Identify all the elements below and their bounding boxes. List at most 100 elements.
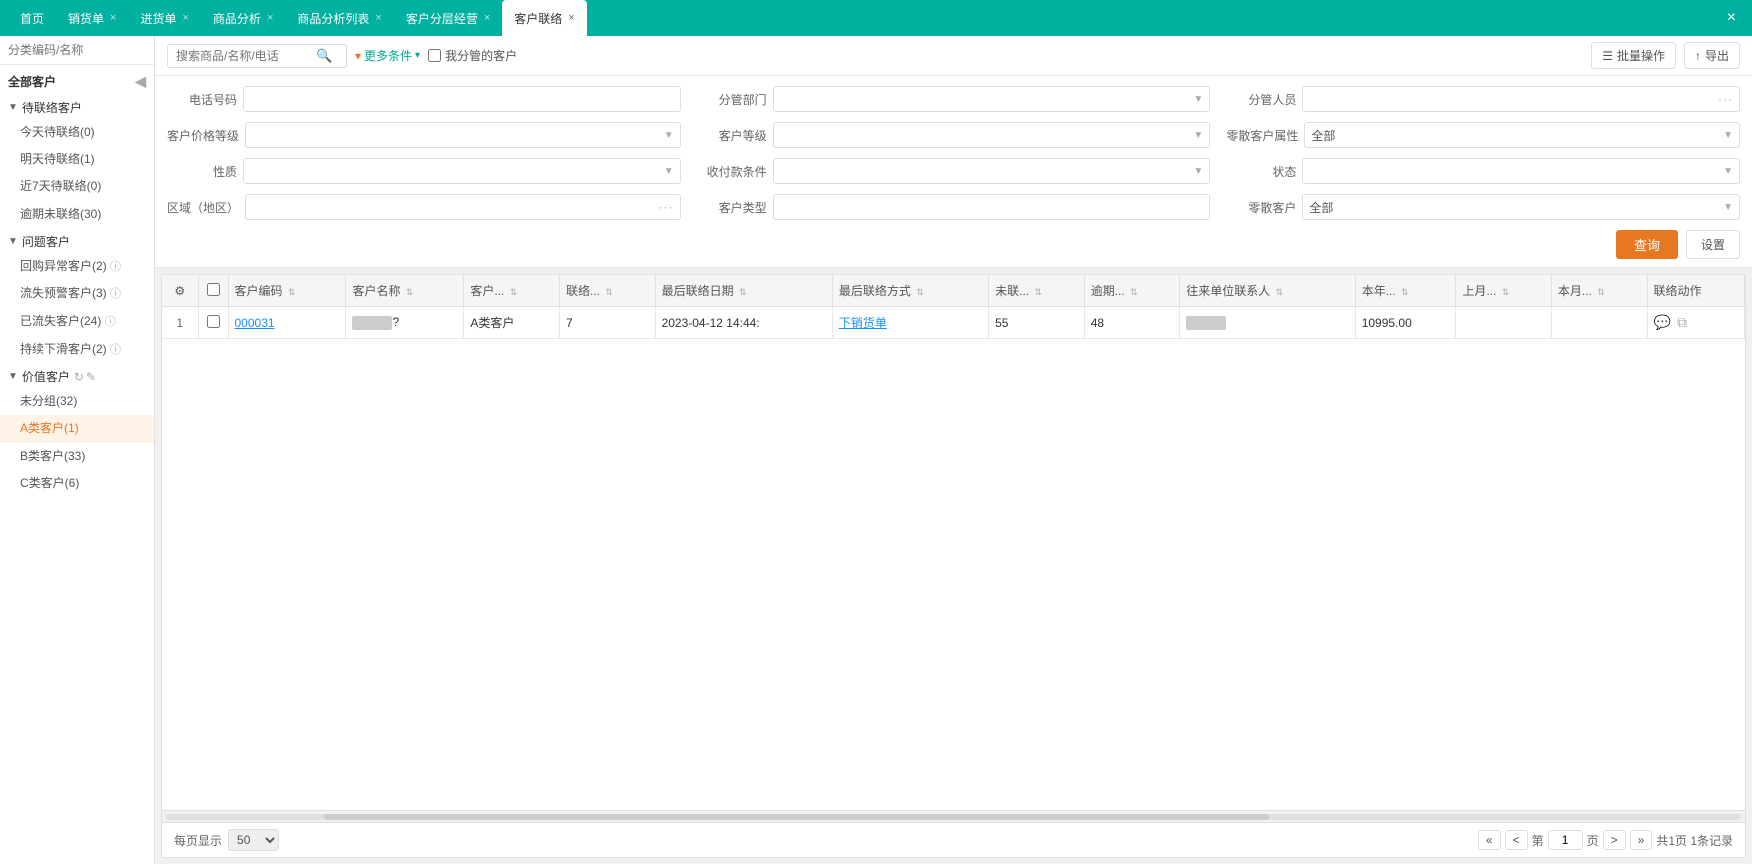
- dept-select[interactable]: ▼: [773, 86, 1211, 112]
- nav-goods-analysis-list[interactable]: 商品分析列表 ×: [285, 0, 393, 36]
- nav-purchase[interactable]: 进货单 ×: [128, 0, 200, 36]
- refresh-icon[interactable]: ↻: [74, 370, 84, 384]
- link-icon[interactable]: ⧉: [1677, 314, 1687, 331]
- sidebar-item-churn-warning[interactable]: 流失预警客户(3) ⓘ: [0, 280, 154, 308]
- customer-type-input[interactable]: [773, 194, 1211, 220]
- close-goods-analysis-list-tab[interactable]: ×: [375, 12, 381, 24]
- price-level-arrow: ▼: [664, 130, 674, 141]
- col-contact[interactable]: 联络... ⇅: [559, 275, 655, 307]
- region-select[interactable]: ···: [245, 194, 681, 220]
- retail-customer-select[interactable]: 全部 ▼: [1302, 194, 1740, 220]
- sidebar-item-overdue[interactable]: 逾期未联络(30): [0, 201, 154, 228]
- sidebar-item-a-class[interactable]: A类客户(1): [0, 415, 154, 442]
- status-select[interactable]: ▼: [1302, 158, 1740, 184]
- col-type[interactable]: 客户... ⇅: [464, 275, 560, 307]
- prev-page-btn[interactable]: <: [1505, 830, 1528, 850]
- sidebar-item-churned[interactable]: 已流失客户(24) ⓘ: [0, 308, 154, 336]
- sidebar-group-problem[interactable]: ▼ 问题客户: [0, 228, 154, 253]
- masked-name: [352, 316, 392, 330]
- col-company-contact[interactable]: 往来单位联系人 ⇅: [1180, 275, 1355, 307]
- close-purchase-tab[interactable]: ×: [182, 12, 188, 24]
- sidebar-item-today[interactable]: 今天待联络(0): [0, 119, 154, 146]
- col-last-date[interactable]: 最后联络日期 ⇅: [655, 275, 832, 307]
- sidebar-search-input[interactable]: [8, 43, 155, 57]
- masked-contact: [1186, 316, 1226, 330]
- last-page-btn[interactable]: »: [1630, 830, 1653, 850]
- main-search-icon[interactable]: 🔍: [316, 48, 332, 64]
- nav-home[interactable]: 首页: [8, 0, 56, 36]
- my-customers-checkbox[interactable]: 我分管的客户: [428, 47, 517, 64]
- payment-select[interactable]: ▼: [773, 158, 1211, 184]
- sort-no-contact-icon: ⇅: [1034, 287, 1042, 297]
- row-last-method[interactable]: 下销货单: [832, 307, 988, 339]
- close-goods-analysis-tab[interactable]: ×: [267, 12, 273, 24]
- col-overdue[interactable]: 逾期... ⇅: [1084, 275, 1180, 307]
- sidebar-item-c-class[interactable]: C类客户(6): [0, 470, 154, 497]
- first-page-btn[interactable]: «: [1478, 830, 1501, 850]
- nav-customer-segment[interactable]: 客户分层经营 ×: [394, 0, 502, 36]
- horizontal-scrollbar[interactable]: [162, 810, 1745, 822]
- col-action: 联络动作: [1647, 275, 1744, 307]
- sidebar-item-7days[interactable]: 近7天待联络(0): [0, 173, 154, 200]
- col-last-month[interactable]: 上月... ⇅: [1456, 275, 1552, 307]
- more-conditions-btn[interactable]: ▾ 更多条件 ▾: [355, 47, 420, 64]
- main-search-input[interactable]: [176, 49, 316, 63]
- settings-btn[interactable]: 设置: [1686, 230, 1740, 259]
- sidebar-item-b-class[interactable]: B类客户(33): [0, 443, 154, 470]
- retail-attr-select[interactable]: 全部 ▼: [1304, 122, 1740, 148]
- customer-level-select[interactable]: ▼: [773, 122, 1211, 148]
- row-checkbox[interactable]: [207, 315, 220, 328]
- col-no-contact[interactable]: 未联... ⇅: [989, 275, 1085, 307]
- query-btn[interactable]: 查询: [1616, 230, 1678, 259]
- sidebar-group-value[interactable]: ▼ 价值客户 ↻ ✎: [0, 363, 154, 388]
- select-all-checkbox[interactable]: [207, 283, 220, 296]
- sort-last-date-icon: ⇅: [739, 287, 747, 297]
- close-customer-contact-tab[interactable]: ×: [568, 12, 574, 24]
- row-checkbox-cell[interactable]: [198, 307, 228, 339]
- arrow-icon: ▼: [8, 371, 18, 382]
- table-scroll[interactable]: ⚙ 客户编码 ⇅ 客户名称 ⇅: [162, 275, 1745, 810]
- comment-icon[interactable]: 💬: [1654, 314, 1671, 331]
- row-overdue: 48: [1084, 307, 1180, 339]
- nav-goods-analysis[interactable]: 商品分析 ×: [201, 0, 285, 36]
- filter-icon: ▾: [355, 49, 361, 63]
- edit-icon[interactable]: ✎: [86, 370, 96, 384]
- col-this-year[interactable]: 本年... ⇅: [1355, 275, 1456, 307]
- sidebar-collapse-icon[interactable]: ◀: [135, 73, 146, 90]
- filter-dept: 分管部门 ▼: [697, 84, 1211, 114]
- col-this-month[interactable]: 本月... ⇅: [1551, 275, 1647, 307]
- manager-select[interactable]: ···: [1302, 86, 1740, 112]
- sidebar-item-tomorrow[interactable]: 明天待联络(1): [0, 146, 154, 173]
- close-customer-segment-tab[interactable]: ×: [484, 12, 490, 24]
- nav-customer-contact[interactable]: 客户联络 ×: [502, 0, 586, 36]
- close-sales-tab[interactable]: ×: [110, 12, 116, 24]
- scrollbar-track[interactable]: [166, 814, 1741, 820]
- info-icon: ⓘ: [110, 261, 121, 273]
- nav-sales[interactable]: 销货单 ×: [56, 0, 128, 36]
- row-this-month: [1551, 307, 1647, 339]
- scrollbar-thumb[interactable]: [324, 814, 1269, 820]
- my-customers-check[interactable]: [428, 49, 441, 62]
- price-level-select[interactable]: ▼: [245, 122, 681, 148]
- col-checkbox[interactable]: [198, 275, 228, 307]
- col-last-method[interactable]: 最后联络方式 ⇅: [832, 275, 988, 307]
- phone-input[interactable]: [243, 86, 681, 112]
- export-btn[interactable]: ↑ 导出: [1684, 42, 1740, 69]
- sidebar-item-repurchase-abnormal[interactable]: 回购异常客户(2) ⓘ: [0, 253, 154, 281]
- per-page-select[interactable]: 50 20 100: [228, 829, 279, 851]
- col-name[interactable]: 客户名称 ⇅: [346, 275, 464, 307]
- col-settings[interactable]: ⚙: [162, 275, 198, 307]
- sidebar-item-unclassified[interactable]: 未分组(32): [0, 388, 154, 415]
- row-code[interactable]: 000031: [228, 307, 346, 339]
- settings-gear-icon[interactable]: ⚙: [174, 284, 185, 298]
- page-number-input[interactable]: [1548, 830, 1583, 850]
- sidebar-group-pending[interactable]: ▼ 待联络客户: [0, 94, 154, 119]
- next-page-btn[interactable]: >: [1603, 830, 1626, 850]
- nature-select[interactable]: ▼: [243, 158, 681, 184]
- window-close-button[interactable]: ×: [1719, 9, 1744, 27]
- batch-op-btn[interactable]: ☰ 批量操作: [1591, 42, 1676, 69]
- col-code[interactable]: 客户编码 ⇅: [228, 275, 346, 307]
- sidebar-item-declining[interactable]: 持续下滑客户(2) ⓘ: [0, 336, 154, 364]
- sidebar-all-customers[interactable]: 全部客户 ◀: [0, 65, 154, 94]
- row-type: A类客户: [464, 307, 560, 339]
